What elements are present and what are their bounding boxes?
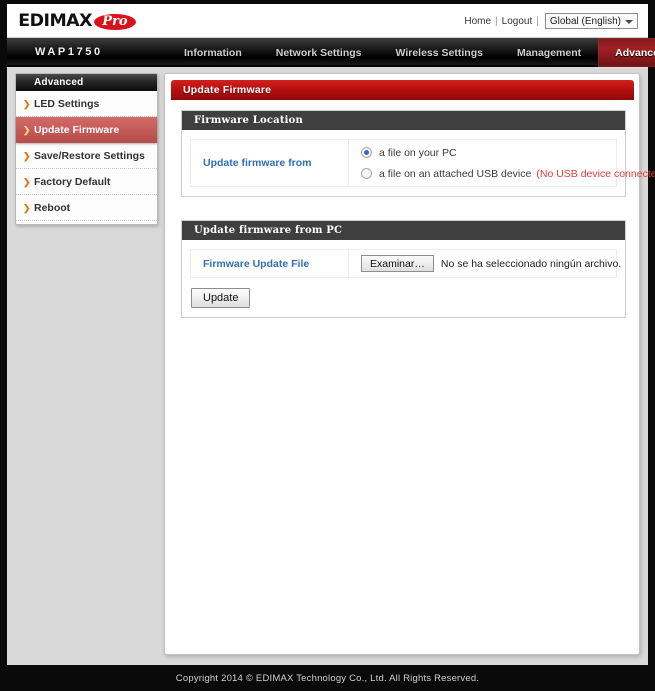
update-firmware-from-row: Update firmware from a file on your PC a…	[190, 139, 655, 187]
radio-pc-input[interactable]	[361, 147, 372, 158]
sidebar-item-label: Update Firmware	[34, 124, 120, 136]
browse-file-button[interactable]: Examinar…	[361, 255, 434, 272]
sidebar: Advanced ❯ LED Settings ❯ Update Firmwar…	[15, 73, 158, 225]
sidebar-item-label: Reboot	[34, 202, 71, 214]
copyright-text: Copyright 2014 © EDIMAX Technology Co., …	[175, 672, 480, 684]
file-input-wrap[interactable]: Examinar… No se ha seleccionado ningún a…	[361, 255, 621, 272]
nav-item-information[interactable]: Information	[167, 38, 259, 67]
body-area: Advanced ❯ LED Settings ❯ Update Firmwar…	[7, 67, 655, 665]
update-from-pc-panel-body: Firmware Update File Examinar… No se ha …	[182, 240, 625, 317]
update-from-pc-panel: Update firmware from PC Firmware Update …	[181, 220, 626, 318]
firmware-update-file-label: Firmware Update File	[191, 250, 349, 277]
language-select[interactable]: Global (English)	[544, 13, 638, 29]
chevron-right-icon: ❯	[23, 177, 31, 187]
device-model-label: WAP1750	[35, 46, 103, 58]
chevron-down-icon	[625, 20, 633, 24]
update-firmware-from-options: a file on your PC a file on an attached …	[349, 140, 655, 186]
sidebar-item-label: LED Settings	[34, 98, 100, 110]
firmware-location-panel-body: Update firmware from a file on your PC a…	[182, 130, 655, 196]
chevron-right-icon: ❯	[23, 99, 31, 109]
radio-option-usb[interactable]: a file on an attached USB device (No USB…	[361, 166, 655, 181]
radio-pc-label: a file on your PC	[379, 146, 457, 159]
selected-file-status: No se ha seleccionado ningún archivo.	[440, 257, 622, 270]
radio-option-pc[interactable]: a file on your PC	[361, 145, 655, 160]
home-link[interactable]: Home	[460, 16, 495, 27]
header-separator-2: |	[536, 15, 539, 27]
content-panel: Update Firmware Firmware Location Update…	[164, 73, 655, 655]
firmware-location-panel-title: Firmware Location	[182, 111, 625, 130]
sidebar-item-led-settings[interactable]: ❯ LED Settings	[16, 91, 157, 117]
chevron-right-icon: ❯	[23, 125, 31, 135]
sidebar-item-save-restore-settings[interactable]: ❯ Save/Restore Settings	[16, 143, 157, 169]
brand-header: EDIMAX Pro Home | Logout | Global (Engli…	[7, 4, 648, 38]
chevron-right-icon: ❯	[23, 203, 31, 213]
radio-usb-label: a file on an attached USB device	[379, 167, 532, 180]
firmware-location-panel: Firmware Location Update firmware from a…	[181, 110, 655, 197]
sidebar-item-label: Save/Restore Settings	[34, 150, 145, 162]
firmware-file-chooser: Examinar… No se ha seleccionado ningún a…	[349, 250, 621, 277]
update-firmware-from-label: Update firmware from	[191, 140, 349, 186]
sidebar-item-update-firmware[interactable]: ❯ Update Firmware	[16, 117, 157, 143]
language-select-value: Global (English)	[549, 16, 621, 27]
main-navbar: WAP1750 Information Network Settings Wir…	[7, 38, 655, 67]
logo-pro-badge: Pro	[94, 14, 136, 30]
sidebar-item-factory-default[interactable]: ❯ Factory Default	[16, 169, 157, 195]
update-from-pc-panel-title: Update firmware from PC	[182, 221, 625, 240]
sidebar-title: Advanced	[16, 74, 157, 91]
firmware-update-file-row: Firmware Update File Examinar… No se ha …	[190, 249, 621, 278]
page-title: Update Firmware	[171, 80, 634, 100]
sidebar-item-reboot[interactable]: ❯ Reboot	[16, 195, 157, 221]
sidebar-item-label: Factory Default	[34, 176, 111, 188]
nav-item-network-settings[interactable]: Network Settings	[259, 38, 379, 67]
nav-item-advanced[interactable]: Advanced	[598, 38, 655, 67]
nav-item-wireless-settings[interactable]: Wireless Settings	[379, 38, 500, 67]
edimax-logo: EDIMAX Pro	[18, 9, 136, 33]
usb-not-connected-note: (No USB device connected.)	[536, 167, 655, 180]
chevron-right-icon: ❯	[23, 151, 31, 161]
radio-usb-input[interactable]	[361, 168, 372, 179]
page-root: EDIMAX Pro Home | Logout | Global (Engli…	[0, 0, 655, 691]
update-button[interactable]: Update	[191, 288, 251, 308]
logout-link[interactable]: Logout	[498, 16, 537, 27]
nav-items: Information Network Settings Wireless Se…	[167, 38, 655, 67]
logo-wordmark: EDIMAX	[18, 11, 92, 31]
header-links: Home | Logout | Global (English)	[460, 13, 638, 29]
nav-item-management[interactable]: Management	[500, 38, 598, 67]
footer: Copyright 2014 © EDIMAX Technology Co., …	[0, 665, 655, 691]
